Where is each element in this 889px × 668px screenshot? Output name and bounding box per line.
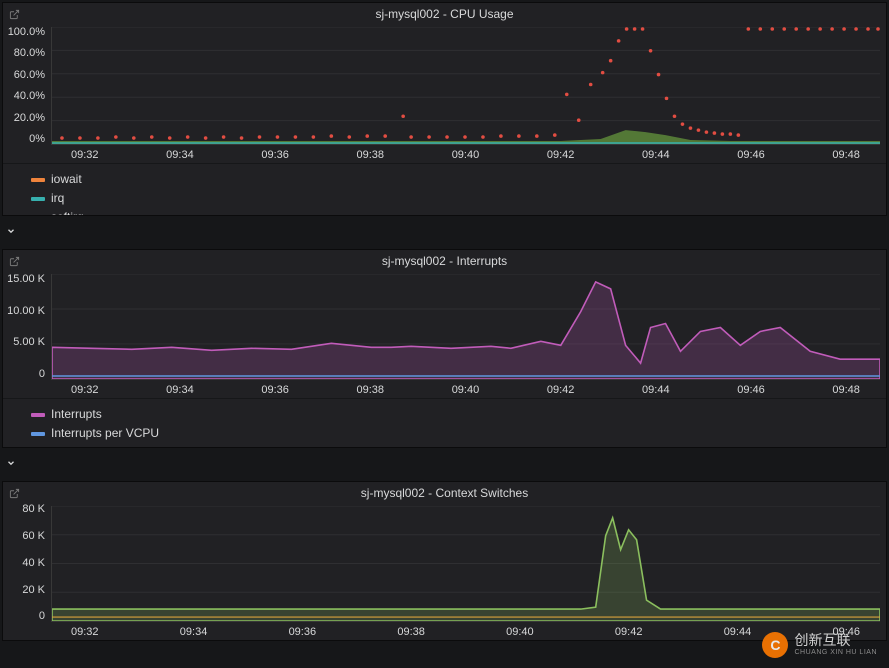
legend-swatch: [31, 178, 45, 182]
panel-title[interactable]: sj-mysql002 - Interrupts: [3, 250, 886, 270]
plot-area: [51, 274, 880, 380]
panel-title[interactable]: sj-mysql002 - Context Switches: [3, 482, 886, 502]
x-axis: 09:3209:34 09:3609:38 09:4009:42 09:4409…: [51, 624, 880, 640]
x-axis: 09:3209:34 09:3609:38 09:4009:42 09:4409…: [51, 147, 880, 163]
legend-item-iowait[interactable]: iowait: [31, 170, 876, 189]
watermark-pinyin: CHUANG XIN HU LIAN: [794, 649, 877, 657]
y-axis: 15.00 K 10.00 K 5.00 K 0: [3, 270, 49, 380]
legend-swatch: [31, 197, 45, 201]
cpu-chart[interactable]: 100.0% 80.0% 60.0% 40.0% 20.0% 0%: [3, 23, 886, 163]
interrupts-panel: sj-mysql002 - Interrupts 15.00 K 10.00 K…: [2, 249, 887, 448]
y-axis: 100.0% 80.0% 60.0% 40.0% 20.0% 0%: [3, 23, 49, 145]
legend-item-irq[interactable]: irq: [31, 189, 876, 208]
legend-swatch: [31, 432, 45, 436]
share-icon[interactable]: [9, 9, 20, 23]
share-icon[interactable]: [9, 488, 20, 502]
chevron-down-icon: [6, 458, 16, 468]
ctx-chart[interactable]: 80 K 60 K 40 K 20 K 0 09:3209:34 09:3609…: [3, 502, 886, 640]
legend-label: Interrupts per VCPU: [51, 424, 159, 443]
legend: Interrupts Interrupts per VCPU: [3, 398, 886, 447]
panel-title[interactable]: sj-mysql002 - CPU Usage: [3, 3, 886, 23]
x-axis: 09:3209:34 09:3609:38 09:4009:42 09:4409…: [51, 382, 880, 398]
y-axis: 80 K 60 K 40 K 20 K 0: [3, 502, 49, 622]
share-icon[interactable]: [9, 256, 20, 270]
legend-label: iowait: [51, 170, 82, 189]
context-switches-panel: sj-mysql002 - Context Switches 80 K 60 K…: [2, 481, 887, 641]
legend-label: softirq: [51, 208, 84, 215]
chevron-down-icon: [6, 226, 16, 236]
legend: iowait irq softirq: [3, 163, 886, 215]
legend-label: irq: [51, 189, 64, 208]
legend-item-softirq[interactable]: softirq: [31, 208, 876, 215]
legend-item-interrupts-vcpu[interactable]: Interrupts per VCPU: [31, 424, 876, 443]
row-toggle[interactable]: [0, 218, 889, 247]
plot-area: [51, 27, 880, 145]
cpu-usage-panel: sj-mysql002 - CPU Usage 100.0% 80.0% 60.…: [2, 2, 887, 216]
legend-swatch: [31, 413, 45, 417]
interrupts-chart[interactable]: 15.00 K 10.00 K 5.00 K 0 09:3209:34 09:3…: [3, 270, 886, 398]
legend-label: Interrupts: [51, 405, 102, 424]
plot-area: [51, 506, 880, 622]
row-toggle[interactable]: [0, 450, 889, 479]
legend-item-interrupts[interactable]: Interrupts: [31, 405, 876, 424]
